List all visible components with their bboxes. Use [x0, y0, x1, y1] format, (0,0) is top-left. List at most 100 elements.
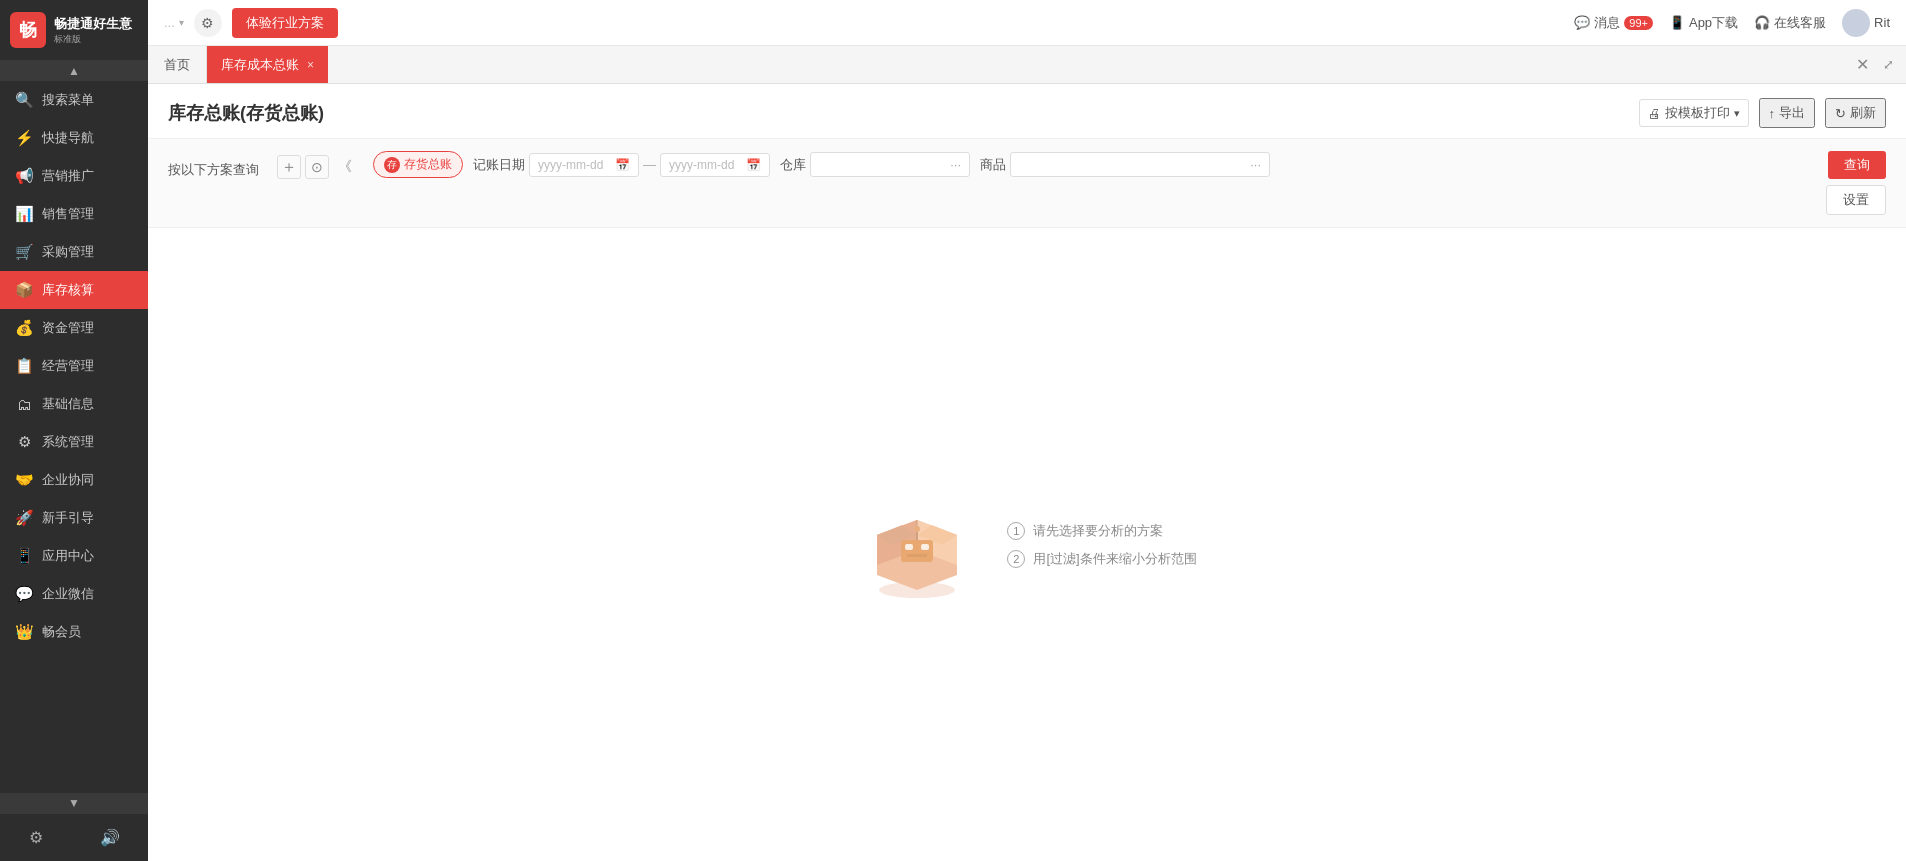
- app-center-icon: 📱: [14, 547, 34, 565]
- warehouse-input[interactable]: ···: [810, 152, 970, 177]
- close-panel-button[interactable]: ✕: [1852, 53, 1873, 76]
- product-label: 商品: [980, 156, 1006, 174]
- product-input[interactable]: ···: [1010, 152, 1270, 177]
- hint-number-1: 1: [1007, 522, 1025, 540]
- sidebar-search[interactable]: 🔍 搜索菜单: [0, 81, 148, 119]
- inventory-icon: 📦: [14, 281, 34, 299]
- filter-label: 按以下方案查询: [168, 155, 259, 179]
- svg-rect-10: [907, 554, 927, 557]
- calendar-end-icon: 📅: [746, 158, 761, 172]
- warehouse-filter: 仓库 ···: [780, 152, 970, 177]
- phone-icon: 📱: [1669, 15, 1685, 30]
- empty-hints: 1 请先选择要分析的方案 2 用[过滤]条件来缩小分析范围: [1007, 522, 1196, 568]
- finance-icon: 💰: [14, 319, 34, 337]
- sidebar-item-basic[interactable]: 🗂 基础信息: [0, 385, 148, 423]
- sales-icon: 📊: [14, 205, 34, 223]
- breadcrumb-chevron[interactable]: ▾: [179, 17, 184, 28]
- empty-illustration: [857, 485, 977, 605]
- sidebar-item-quick-nav[interactable]: ⚡ 快捷导航: [0, 119, 148, 157]
- schema-button[interactable]: ⊙: [305, 155, 329, 179]
- svg-rect-9: [921, 544, 929, 550]
- messages-button[interactable]: 💬 消息 99+: [1574, 14, 1653, 32]
- refresh-button[interactable]: ↻ 刷新: [1825, 98, 1886, 128]
- warehouse-more-icon[interactable]: ···: [950, 157, 961, 172]
- sidebar-scroll-down[interactable]: ▼: [0, 793, 148, 813]
- page-header: 库存总账(存货总账) 🖨 按模板打印 ▾ ↑ 导出 ↻ 刷新: [148, 84, 1906, 139]
- online-service-button[interactable]: 🎧 在线客服: [1754, 14, 1826, 32]
- product-more-icon[interactable]: ···: [1250, 157, 1261, 172]
- sidebar-item-member[interactable]: 👑 畅会员: [0, 613, 148, 651]
- printer-icon: 🖨: [1648, 106, 1661, 121]
- setting-button[interactable]: 设置: [1826, 185, 1886, 215]
- top-bar: ... ▾ ⚙ 体验行业方案 💬 消息 99+ 📱 App下载 🎧 在线客服: [148, 0, 1906, 46]
- scheme-tag-inventory[interactable]: 存 存货总账: [373, 151, 463, 178]
- sidebar-item-system[interactable]: ⚙ 系统管理: [0, 423, 148, 461]
- tab-bar: 首页 库存成本总账 × ✕ ⤢: [148, 46, 1906, 84]
- headset-icon: 🎧: [1754, 15, 1770, 30]
- basic-icon: 🗂: [14, 396, 34, 413]
- sidebar-item-guide[interactable]: 🚀 新手引导: [0, 499, 148, 537]
- sidebar-item-app-center[interactable]: 📱 应用中心: [0, 537, 148, 575]
- member-icon: 👑: [14, 623, 34, 641]
- sidebar-item-operation[interactable]: 📋 经营管理: [0, 347, 148, 385]
- refresh-icon: ↻: [1835, 106, 1846, 121]
- enterprise-icon: 🤝: [14, 471, 34, 489]
- date-end-input[interactable]: yyyy-mm-dd 📅: [660, 153, 770, 177]
- empty-hint-2: 2 用[过滤]条件来缩小分析范围: [1007, 550, 1196, 568]
- page-header-actions: 🖨 按模板打印 ▾ ↑ 导出 ↻ 刷新: [1639, 98, 1887, 128]
- settings-button[interactable]: ⚙: [23, 822, 49, 853]
- audio-button[interactable]: 🔊: [94, 822, 126, 853]
- guide-icon: 🚀: [14, 509, 34, 527]
- print-button[interactable]: 🖨 按模板打印 ▾: [1639, 99, 1749, 127]
- warehouse-label: 仓库: [780, 156, 806, 174]
- svg-rect-7: [901, 540, 933, 562]
- svg-rect-8: [905, 544, 913, 550]
- search-icon: 🔍: [14, 91, 34, 109]
- calendar-start-icon: 📅: [615, 158, 630, 172]
- export-button[interactable]: ↑ 导出: [1759, 98, 1816, 128]
- tab-close-button[interactable]: ×: [307, 58, 314, 72]
- svg-point-12: [914, 526, 920, 532]
- breadcrumb: ... ▾: [164, 15, 184, 30]
- product-filter: 商品 ···: [980, 152, 1270, 177]
- app-logo: 畅 畅捷通好生意 标准版: [0, 0, 148, 61]
- sidebar-scroll-up[interactable]: ▲: [0, 61, 148, 81]
- sidebar-item-wechat[interactable]: 💬 企业微信: [0, 575, 148, 613]
- scheme-icon: 存: [384, 157, 400, 173]
- sidebar-item-purchase[interactable]: 🛒 采购管理: [0, 233, 148, 271]
- top-bar-left: ... ▾ ⚙ 体验行业方案: [164, 8, 338, 38]
- logo-icon: 畅: [10, 12, 46, 48]
- message-icon: 💬: [1574, 15, 1590, 30]
- add-scheme-button[interactable]: ＋: [277, 155, 301, 179]
- filter-controls: 存 存货总账 记账日期 yyyy-mm-dd 📅 — yyyy-mm-dd 📅: [373, 151, 1816, 178]
- expand-panel-button[interactable]: ⤢: [1879, 55, 1898, 74]
- empty-state: 1 请先选择要分析的方案 2 用[过滤]条件来缩小分析范围: [148, 228, 1906, 861]
- topbar-gear-button[interactable]: ⚙: [194, 9, 222, 37]
- sidebar-item-finance[interactable]: 💰 资金管理: [0, 309, 148, 347]
- sidebar: 畅 畅捷通好生意 标准版 ▲ 🔍 搜索菜单 ⚡ 快捷导航 📢 营销推广 📊 销售…: [0, 0, 148, 861]
- quick-nav-icon: ⚡: [14, 129, 34, 147]
- content-area: 库存总账(存货总账) 🖨 按模板打印 ▾ ↑ 导出 ↻ 刷新: [148, 84, 1906, 861]
- sidebar-item-sales[interactable]: 📊 销售管理: [0, 195, 148, 233]
- logo-text: 畅捷通好生意 标准版: [54, 15, 132, 46]
- sidebar-item-enterprise[interactable]: 🤝 企业协同: [0, 461, 148, 499]
- empty-hint-1: 1 请先选择要分析的方案: [1007, 522, 1196, 540]
- collapse-button[interactable]: 《: [333, 155, 357, 179]
- industry-btn[interactable]: 体验行业方案: [232, 8, 338, 38]
- hint-number-2: 2: [1007, 550, 1025, 568]
- sidebar-item-inventory[interactable]: 📦 库存核算: [0, 271, 148, 309]
- tab-home[interactable]: 首页: [148, 46, 207, 83]
- filter-action-buttons: 查询 设置: [1826, 151, 1886, 215]
- avatar: [1842, 9, 1870, 37]
- print-chevron[interactable]: ▾: [1734, 107, 1740, 120]
- query-button[interactable]: 查询: [1828, 151, 1886, 179]
- sidebar-nav: 📢 营销推广 📊 销售管理 🛒 采购管理 📦 库存核算 💰 资金管理 📋 经营管…: [0, 157, 148, 793]
- purchase-icon: 🛒: [14, 243, 34, 261]
- date-start-input[interactable]: yyyy-mm-dd 📅: [529, 153, 639, 177]
- sidebar-bottom: ⚙ 🔊: [0, 813, 148, 861]
- operation-icon: 📋: [14, 357, 34, 375]
- app-download-button[interactable]: 📱 App下载: [1669, 14, 1738, 32]
- user-profile[interactable]: Rit: [1842, 9, 1890, 37]
- tab-inventory-ledger[interactable]: 库存成本总账 ×: [207, 46, 328, 83]
- sidebar-item-marketing[interactable]: 📢 营销推广: [0, 157, 148, 195]
